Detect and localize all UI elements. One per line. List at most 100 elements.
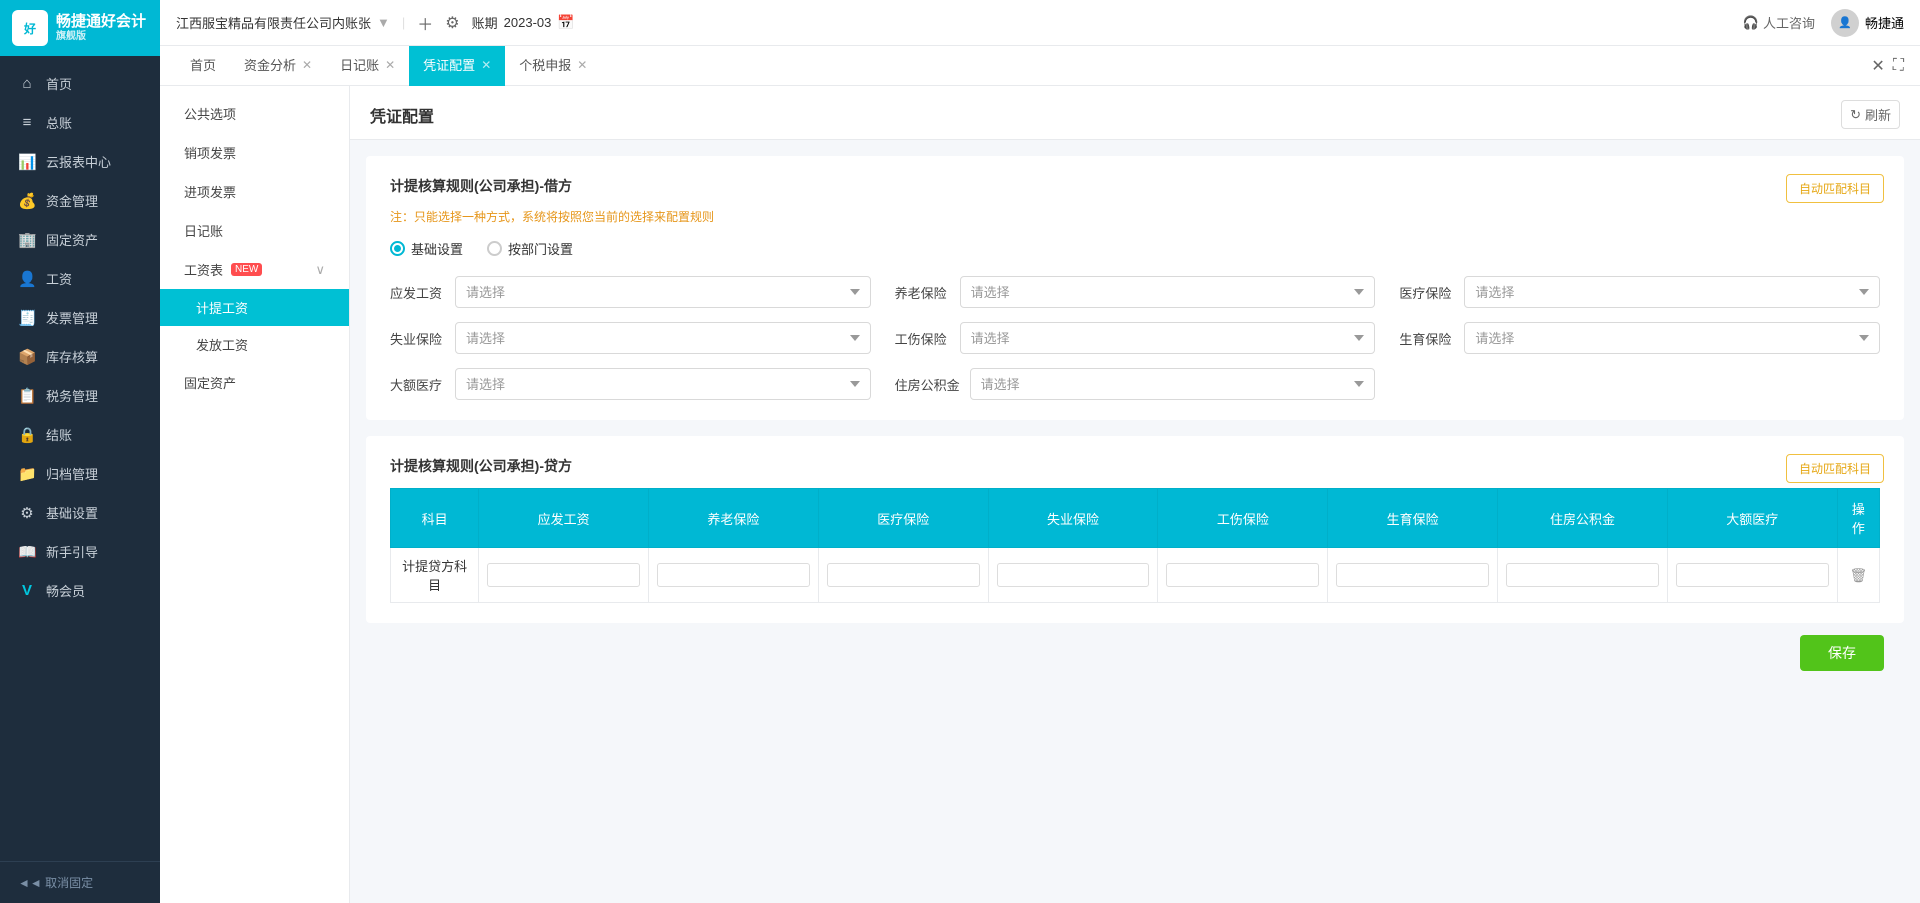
sidebar-item-salary[interactable]: 👤 工资 — [0, 259, 160, 298]
label-maternity: 生育保险 — [1399, 329, 1454, 348]
sidebar-item-archive[interactable]: 📁 归档管理 — [0, 454, 160, 493]
field-gross-salary: 应发工资 请选择 — [390, 276, 871, 308]
menu-item-purchase-invoice[interactable]: 进项发票 — [160, 172, 349, 211]
cell-work-injury[interactable] — [1158, 548, 1328, 603]
save-button[interactable]: 保存 — [1800, 635, 1884, 671]
reports-icon: 📊 — [18, 153, 36, 171]
input-medical[interactable] — [827, 563, 980, 587]
sidebar-label-inventory: 库存核算 — [46, 347, 98, 366]
menu-item-journal[interactable]: 日记账 — [160, 211, 349, 250]
select-medical[interactable]: 请选择 — [1464, 276, 1880, 308]
input-gross[interactable] — [487, 563, 640, 587]
select-pension[interactable]: 请选择 — [960, 276, 1376, 308]
tab-journal[interactable]: 日记账 ✕ — [326, 46, 409, 86]
sidebar-item-home[interactable]: ⌂ 首页 — [0, 64, 160, 103]
debit-section-title: 计提核算规则(公司承担)-借方 — [390, 176, 1880, 196]
sidebar-item-funds[interactable]: 💰 资金管理 — [0, 181, 160, 220]
tab-close-btn[interactable]: ✕ — [1871, 56, 1884, 76]
input-maternity[interactable] — [1336, 563, 1489, 587]
label-medical: 医疗保险 — [1399, 283, 1454, 302]
menu-label-fixed-assets: 固定资产 — [184, 373, 236, 392]
sidebar-item-inventory[interactable]: 📦 库存核算 — [0, 337, 160, 376]
cell-medical[interactable] — [818, 548, 988, 603]
cell-unemployment[interactable] — [988, 548, 1158, 603]
book-settings-icon[interactable]: ⚙ — [445, 13, 459, 33]
tab-funds[interactable]: 资金分析 ✕ — [230, 46, 326, 86]
select-housing-fund[interactable]: 请选择 — [970, 368, 1376, 400]
credit-auto-match-btn[interactable]: 自动匹配科目 — [1786, 454, 1884, 483]
app-name: 畅捷通好会计 — [56, 13, 146, 31]
topbar: 江西服宝精品有限责任公司内账张 ▼ | ＋ ⚙ 账期 2023-03 📅 🎧 人… — [160, 0, 1920, 46]
th-action: 操作 — [1837, 489, 1879, 548]
company-dropdown-icon: ▼ — [377, 15, 390, 30]
tab-home[interactable]: 首页 — [176, 46, 230, 86]
invoice-icon: 🧾 — [18, 309, 36, 327]
cell-action: 🗑 — [1837, 548, 1879, 603]
label-gross-salary: 应发工资 — [390, 283, 445, 302]
sidebar-item-assets[interactable]: 🏢 固定资产 — [0, 220, 160, 259]
select-major-medical[interactable]: 请选择 — [455, 368, 871, 400]
sidebar-label-salary: 工资 — [46, 269, 72, 288]
cell-major-medical[interactable] — [1667, 548, 1837, 603]
sidebar-item-guide[interactable]: 📖 新手引导 — [0, 532, 160, 571]
sidebar-item-reports[interactable]: 📊 云报表中心 — [0, 142, 160, 181]
tab-expand-btn[interactable]: ⛶ — [1893, 57, 1904, 75]
input-housing[interactable] — [1506, 563, 1659, 587]
tab-tax[interactable]: 个税申报 ✕ — [505, 46, 601, 86]
credit-section-title: 计提核算规则(公司承担)-贷方 — [390, 456, 1880, 476]
field-unemployment: 失业保险 请选择 — [390, 322, 871, 354]
input-pension[interactable] — [657, 563, 810, 587]
select-work-injury[interactable]: 请选择 — [960, 322, 1376, 354]
tab-funds-label: 资金分析 — [244, 55, 296, 74]
delete-row-btn[interactable]: 🗑 — [1849, 567, 1867, 583]
sidebar-pin-btn[interactable]: ◄◄ 取消固定 — [0, 861, 160, 903]
cell-pension[interactable] — [649, 548, 819, 603]
input-unemployment[interactable] — [997, 563, 1150, 587]
radio-basic[interactable]: 基础设置 — [390, 239, 463, 258]
help-btn[interactable]: 🎧 人工咨询 — [1743, 13, 1815, 32]
menu-item-accrual[interactable]: 计提工资 — [160, 289, 349, 326]
sidebar-item-tax[interactable]: 📋 税务管理 — [0, 376, 160, 415]
select-maternity[interactable]: 请选择 — [1464, 322, 1880, 354]
period-selector[interactable]: 账期 2023-03 📅 — [472, 13, 575, 32]
user-menu[interactable]: 👤 畅捷通 — [1831, 9, 1904, 37]
menu-item-fixed-assets[interactable]: 固定资产 — [160, 363, 349, 402]
tab-voucher-close[interactable]: ✕ — [481, 58, 491, 72]
sidebar-item-vip[interactable]: V 畅会员 — [0, 571, 160, 610]
tab-journal-close[interactable]: ✕ — [385, 58, 395, 72]
tab-voucher-config[interactable]: 凭证配置 ✕ — [409, 46, 505, 86]
sidebar-item-settings[interactable]: ⚙ 基础设置 — [0, 493, 160, 532]
radio-department[interactable]: 按部门设置 — [487, 239, 573, 258]
tab-funds-close[interactable]: ✕ — [302, 58, 312, 72]
radio-group: 基础设置 按部门设置 — [390, 239, 1880, 258]
select-unemployment[interactable]: 请选择 — [455, 322, 871, 354]
cell-housing[interactable] — [1498, 548, 1668, 603]
menu-item-sales-invoice[interactable]: 销项发票 — [160, 133, 349, 172]
sidebar-item-invoice[interactable]: 🧾 发票管理 — [0, 298, 160, 337]
sidebar-item-close[interactable]: 🔒 结账 — [0, 415, 160, 454]
tab-tax-close[interactable]: ✕ — [577, 58, 587, 72]
menu-item-salary-table[interactable]: 工资表 NEW ∨ — [160, 250, 349, 289]
company-selector[interactable]: 江西服宝精品有限责任公司内账张 ▼ — [176, 13, 390, 32]
cell-gross[interactable] — [479, 548, 649, 603]
sidebar-item-ledger[interactable]: ≡ 总账 — [0, 103, 160, 142]
menu-item-public[interactable]: 公共选项 — [160, 94, 349, 133]
funds-icon: 💰 — [18, 192, 36, 210]
input-major-medical[interactable] — [1676, 563, 1829, 587]
menu-item-payout[interactable]: 发放工资 — [160, 326, 349, 363]
input-work-injury[interactable] — [1166, 563, 1319, 587]
field-medical: 医疗保险 请选择 — [1399, 276, 1880, 308]
add-book-btn[interactable]: ＋ — [417, 11, 433, 35]
radio-basic-label: 基础设置 — [411, 239, 463, 258]
sidebar: 好 畅捷通好会计 旗舰版 ⌂ 首页 ≡ 总账 📊 云报表中心 💰 资金管理 🏢 … — [0, 0, 160, 903]
cell-maternity[interactable] — [1328, 548, 1498, 603]
select-gross-salary[interactable]: 请选择 — [455, 276, 871, 308]
salary-icon: 👤 — [18, 270, 36, 288]
headphone-icon: 🎧 — [1743, 15, 1759, 31]
cell-subject-label: 计提贷方科目 — [391, 548, 479, 603]
page-title: 凭证配置 — [370, 103, 434, 127]
field-housing-fund: 住房公积金 请选择 — [895, 368, 1376, 400]
refresh-button[interactable]: ↻ 刷新 — [1841, 100, 1900, 129]
debit-auto-match-btn[interactable]: 自动匹配科目 — [1786, 174, 1884, 203]
tab-home-label: 首页 — [190, 55, 216, 74]
